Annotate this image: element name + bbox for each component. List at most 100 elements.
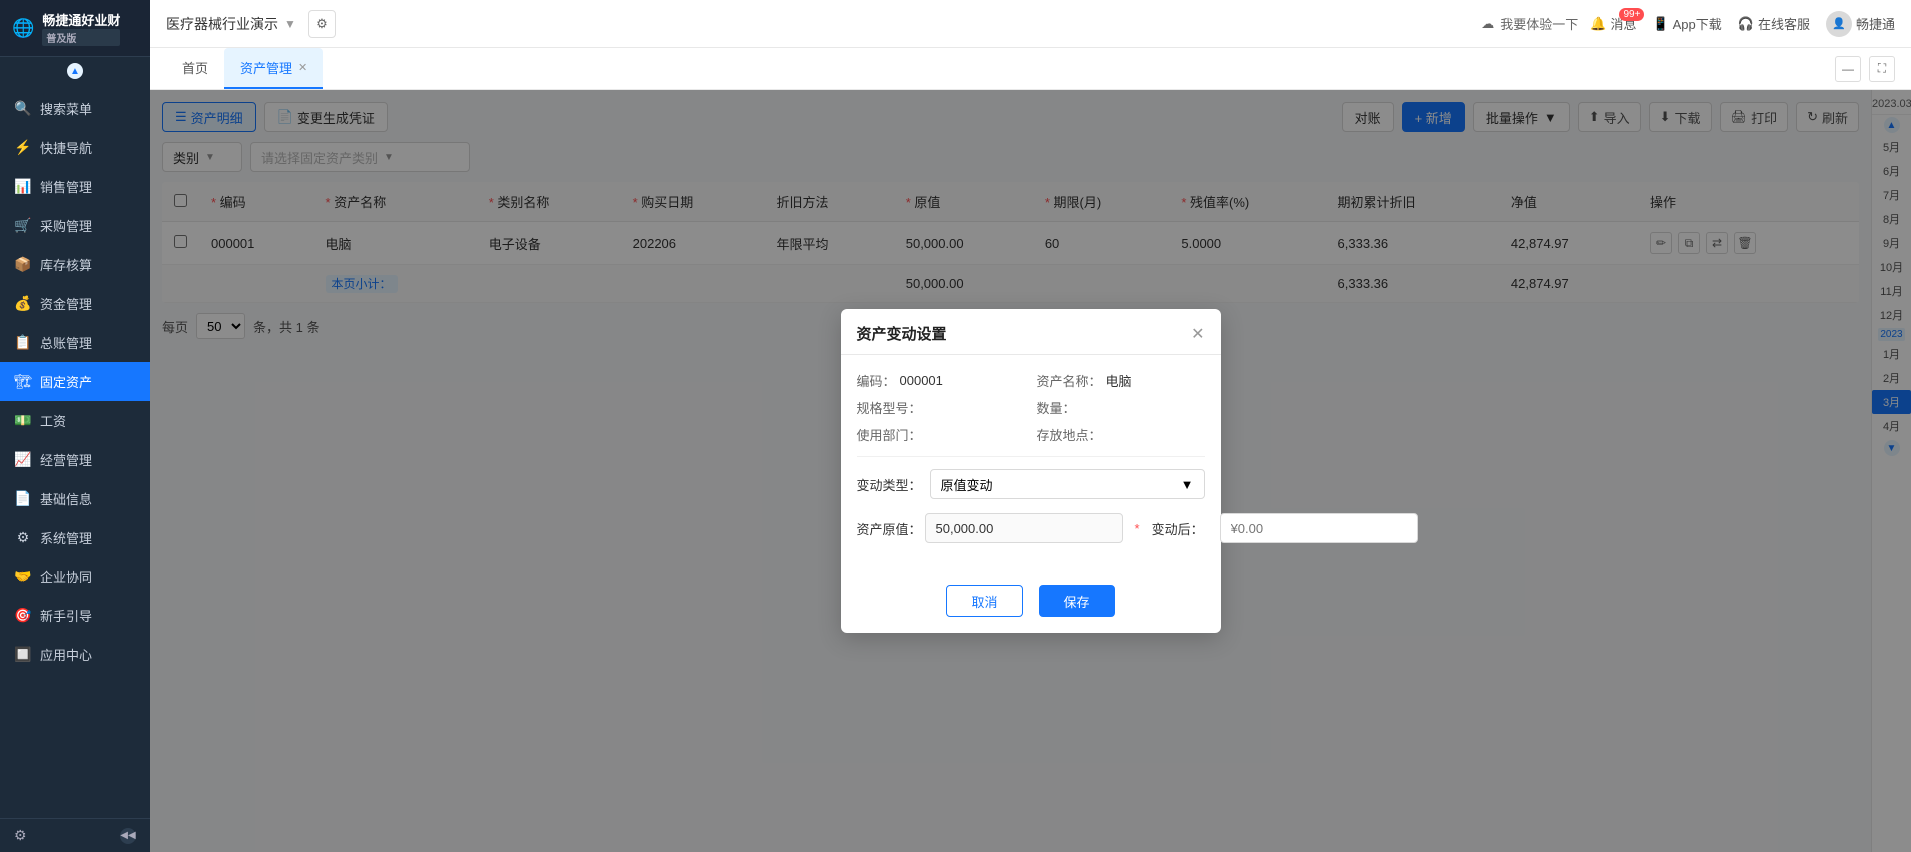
sidebar-label-search: 搜索菜单 [40,99,92,118]
modal-spec-field: 规格型号： [857,398,1025,417]
sidebar-item-app_center[interactable]: 🔲 应用中心 [0,635,150,674]
sidebar-label-quicknav: 快捷导航 [40,138,92,157]
sidebar-icon-enterprise: 🤝 [14,568,32,586]
avatar: 👤 [1826,11,1852,37]
sidebar-icon-quicknav: ⚡ [14,139,32,157]
topbar: 医疗器械行业演示 ▼ ⚙ ☁ 我要体验一下 🔔 消息 99+ 📱 App下载 🎧… [150,0,1911,48]
sidebar-label-sales: 销售管理 [40,177,92,196]
messages-button[interactable]: 🔔 消息 99+ [1590,14,1636,33]
modal-asset-name-field: 资产名称： 电脑 [1037,371,1205,390]
sidebar: 🌐 畅捷通好业财 普及版 ▲ 🔍 搜索菜单 ⚡ 快捷导航 📊 销售管理 🛒 采购管理 📦 库存核算… [0,0,150,852]
modal-quantity-field: 数量： [1037,398,1205,417]
download-icon: 📱 [1652,16,1668,32]
sidebar-label-guide: 新手引导 [40,606,92,625]
sidebar-label-ledger: 总账管理 [40,333,92,352]
sidebar-scroll-up[interactable]: ▲ [67,63,83,79]
sidebar-icon-ledger: 📋 [14,334,32,352]
bell-icon: 🔔 [1590,16,1606,32]
tab-home[interactable]: 首页 [166,48,224,89]
app-download-button[interactable]: 📱 App下载 [1652,14,1721,33]
modal-info-grid: 编码： 000001 资产名称： 电脑 规格型号： 数量： [857,371,1205,444]
sidebar-item-payroll[interactable]: 💵 工资 [0,401,150,440]
sidebar-label-base_info: 基础信息 [40,489,92,508]
modal-title: 资产变动设置 [857,323,947,344]
tabs-bar: 首页 资产管理 ✕ — ⛶ [150,48,1911,90]
sidebar-footer: ⚙ ◀◀ [0,818,150,852]
modal-location-field: 存放地点： [1037,425,1205,444]
user-menu[interactable]: 👤 畅捷通 [1826,11,1895,37]
sidebar-icon-system: ⚙ [14,529,32,547]
content-area: ☰ 资产明细 📄 变更生成凭证 对账 + 新增 批量操作 [150,90,1911,852]
sidebar-label-purchase: 采购管理 [40,216,92,235]
sidebar-item-finance[interactable]: 💰 资金管理 [0,284,150,323]
app-logo: 🌐 畅捷通好业财 普及版 [0,0,150,57]
tab-close-icon[interactable]: ✕ [298,61,307,74]
sidebar-item-sales[interactable]: 📊 销售管理 [0,167,150,206]
app-name: 畅捷通好业财 [42,10,120,29]
required-star: * [1135,521,1140,536]
sidebar-label-app_center: 应用中心 [40,645,92,664]
sidebar-icon-sales: 📊 [14,178,32,196]
modal-overlay: 资产变动设置 ✕ 编码： 000001 资产名称： 电脑 [150,90,1911,852]
sidebar-icon-fixed_assets: 🏗 [14,373,32,391]
sidebar-item-system[interactable]: ⚙ 系统管理 [0,518,150,557]
sidebar-item-fixed_assets[interactable]: 🏗 固定资产 [0,362,150,401]
tab-asset-management[interactable]: 资产管理 ✕ [224,48,323,89]
cloud-icon: ☁ [1481,16,1494,32]
sidebar-menu: 🔍 搜索菜单 ⚡ 快捷导航 📊 销售管理 🛒 采购管理 📦 库存核算 💰 资金管理 📋 总账管理 🏗 固定资产… [0,85,150,818]
sidebar-label-inventory: 库存核算 [40,255,92,274]
modal-dept-field: 使用部门： [857,425,1025,444]
app-edition: 普及版 [42,29,120,46]
change-type-field: 变动类型： 原值变动 ▼ [857,469,1205,499]
sidebar-item-purchase[interactable]: 🛒 采购管理 [0,206,150,245]
sidebar-icon-base_info: 📄 [14,490,32,508]
main-area: 医疗器械行业演示 ▼ ⚙ ☁ 我要体验一下 🔔 消息 99+ 📱 App下载 🎧… [150,0,1911,852]
sidebar-icon-purchase: 🛒 [14,217,32,235]
after-value-input[interactable] [1220,513,1418,543]
sidebar-item-inventory[interactable]: 📦 库存核算 [0,245,150,284]
modal-footer: 取消 保存 [841,573,1221,633]
modal-divider [857,456,1205,457]
topbar-actions: 🔔 消息 99+ 📱 App下载 🎧 在线客服 👤 畅捷通 [1590,11,1895,37]
asset-change-modal: 资产变动设置 ✕ 编码： 000001 资产名称： 电脑 [841,309,1221,633]
sidebar-item-search[interactable]: 🔍 搜索菜单 [0,89,150,128]
sidebar-item-quicknav[interactable]: ⚡ 快捷导航 [0,128,150,167]
modal-header: 资产变动设置 ✕ [841,309,1221,355]
sidebar-icon-guide: 🎯 [14,607,32,625]
modal-code-field: 编码： 000001 [857,371,1025,390]
settings-icon[interactable]: ⚙ [14,827,27,844]
sidebar-icon-payroll: 💵 [14,412,32,430]
chevron-icon: ▼ [284,17,296,31]
sidebar-item-ledger[interactable]: 📋 总账管理 [0,323,150,362]
sidebar-label-enterprise: 企业协同 [40,567,92,586]
messages-badge: 99+ [1619,8,1644,21]
company-title: 医疗器械行业演示 ▼ [166,14,296,34]
cancel-button[interactable]: 取消 [946,585,1022,617]
sidebar-label-finance: 资金管理 [40,294,92,313]
asset-value-input[interactable] [925,513,1123,543]
save-button[interactable]: 保存 [1039,585,1115,617]
tab-minimize-button[interactable]: — [1835,56,1861,82]
modal-body: 编码： 000001 资产名称： 电脑 规格型号： 数量： [841,355,1221,573]
sidebar-icon-operations: 📈 [14,451,32,469]
sidebar-label-system: 系统管理 [40,528,92,547]
sidebar-label-operations: 经营管理 [40,450,92,469]
sidebar-item-guide[interactable]: 🎯 新手引导 [0,596,150,635]
sidebar-item-base_info[interactable]: 📄 基础信息 [0,479,150,518]
sidebar-icon-inventory: 📦 [14,256,32,274]
online-service-button[interactable]: 🎧 在线客服 [1738,14,1810,33]
sidebar-item-enterprise[interactable]: 🤝 企业协同 [0,557,150,596]
experience-link[interactable]: ☁ 我要体验一下 [1481,14,1578,33]
sidebar-icon-search: 🔍 [14,100,32,118]
sidebar-icon-app_center: 🔲 [14,646,32,664]
sidebar-label-fixed_assets: 固定资产 [40,372,92,391]
tab-controls: — ⛶ [1835,56,1895,82]
sidebar-icon-finance: 💰 [14,295,32,313]
sidebar-item-operations[interactable]: 📈 经营管理 [0,440,150,479]
settings-button[interactable]: ⚙ [308,10,336,38]
sidebar-label-payroll: 工资 [40,411,66,430]
tab-maximize-button[interactable]: ⛶ [1869,56,1895,82]
change-type-select[interactable]: 原值变动 ▼ [930,469,1205,499]
modal-close-button[interactable]: ✕ [1191,324,1204,344]
sidebar-toggle[interactable]: ◀◀ [120,828,136,844]
